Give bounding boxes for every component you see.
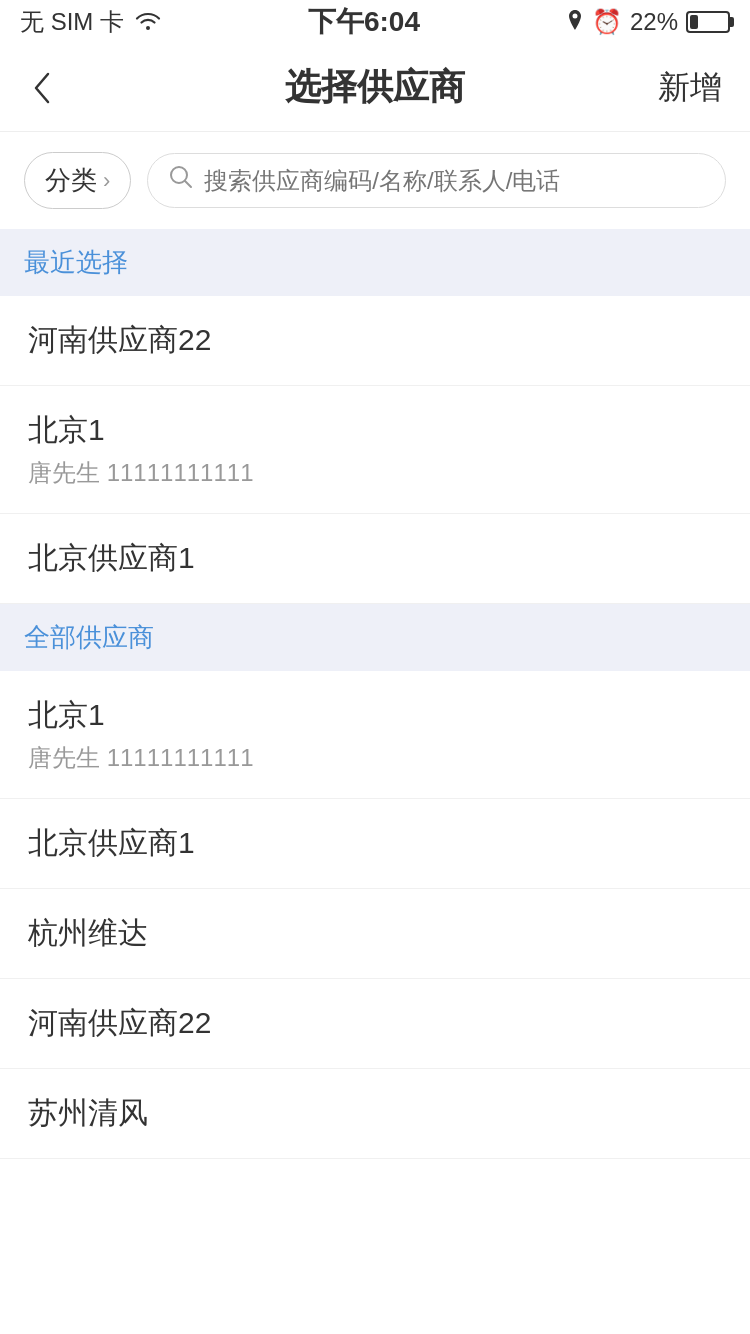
list-item[interactable]: 河南供应商22 <box>0 979 750 1069</box>
category-filter-button[interactable]: 分类 › <box>24 152 131 209</box>
list-item[interactable]: 杭州维达 <box>0 889 750 979</box>
chevron-right-icon: › <box>103 168 110 194</box>
item-name: 北京1 <box>28 410 722 451</box>
search-box <box>147 153 726 208</box>
page-title: 选择供应商 <box>108 63 642 112</box>
filter-bar: 分类 › <box>0 132 750 229</box>
location-icon <box>566 8 584 36</box>
item-name: 河南供应商22 <box>28 1003 722 1044</box>
item-name: 北京供应商1 <box>28 538 722 579</box>
item-name: 河南供应商22 <box>28 320 722 361</box>
category-label: 分类 <box>45 163 97 198</box>
search-icon <box>168 164 194 197</box>
add-button[interactable]: 新增 <box>642 66 722 110</box>
list-item[interactable]: 苏州清风 <box>0 1069 750 1159</box>
status-time: 下午6:04 <box>308 3 420 41</box>
all-section-header: 全部供应商 <box>0 604 750 671</box>
all-items-list: 北京1 唐先生 11111111111 北京供应商1 杭州维达河南供应商22 苏州清风 <box>0 671 750 1159</box>
item-name: 北京供应商1 <box>28 823 722 864</box>
wifi-icon <box>134 8 162 36</box>
nav-bar: 选择供应商 新增 <box>0 44 750 132</box>
list-item[interactable]: 北京1 唐先生 11111111111 <box>0 671 750 799</box>
recent-items-list: 河南供应商22 北京1 唐先生 11111111111 北京供应商1 <box>0 296 750 604</box>
all-section-label: 全部供应商 <box>24 622 154 652</box>
recent-section-label: 最近选择 <box>24 247 128 277</box>
back-button[interactable] <box>28 66 108 110</box>
recent-section-header: 最近选择 <box>0 229 750 296</box>
search-input[interactable] <box>204 167 705 195</box>
item-contact: 唐先生 11111111111 <box>28 457 722 489</box>
status-bar: 无 SIM 卡 下午6:04 ⏰ 22% <box>0 0 750 44</box>
item-contact: 唐先生 11111111111 <box>28 742 722 774</box>
item-name: 苏州清风 <box>28 1093 722 1134</box>
list-item[interactable]: 北京1 唐先生 11111111111 <box>0 386 750 514</box>
list-item[interactable]: 河南供应商22 <box>0 296 750 386</box>
alarm-icon: ⏰ <box>592 8 622 36</box>
item-name: 北京1 <box>28 695 722 736</box>
status-left: 无 SIM 卡 <box>20 6 162 38</box>
status-right: ⏰ 22% <box>566 8 730 36</box>
battery-icon <box>686 11 730 33</box>
item-name: 杭州维达 <box>28 913 722 954</box>
battery-percent: 22% <box>630 8 678 36</box>
list-item[interactable]: 北京供应商1 <box>0 514 750 604</box>
list-item[interactable]: 北京供应商1 <box>0 799 750 889</box>
no-sim-label: 无 SIM 卡 <box>20 6 124 38</box>
